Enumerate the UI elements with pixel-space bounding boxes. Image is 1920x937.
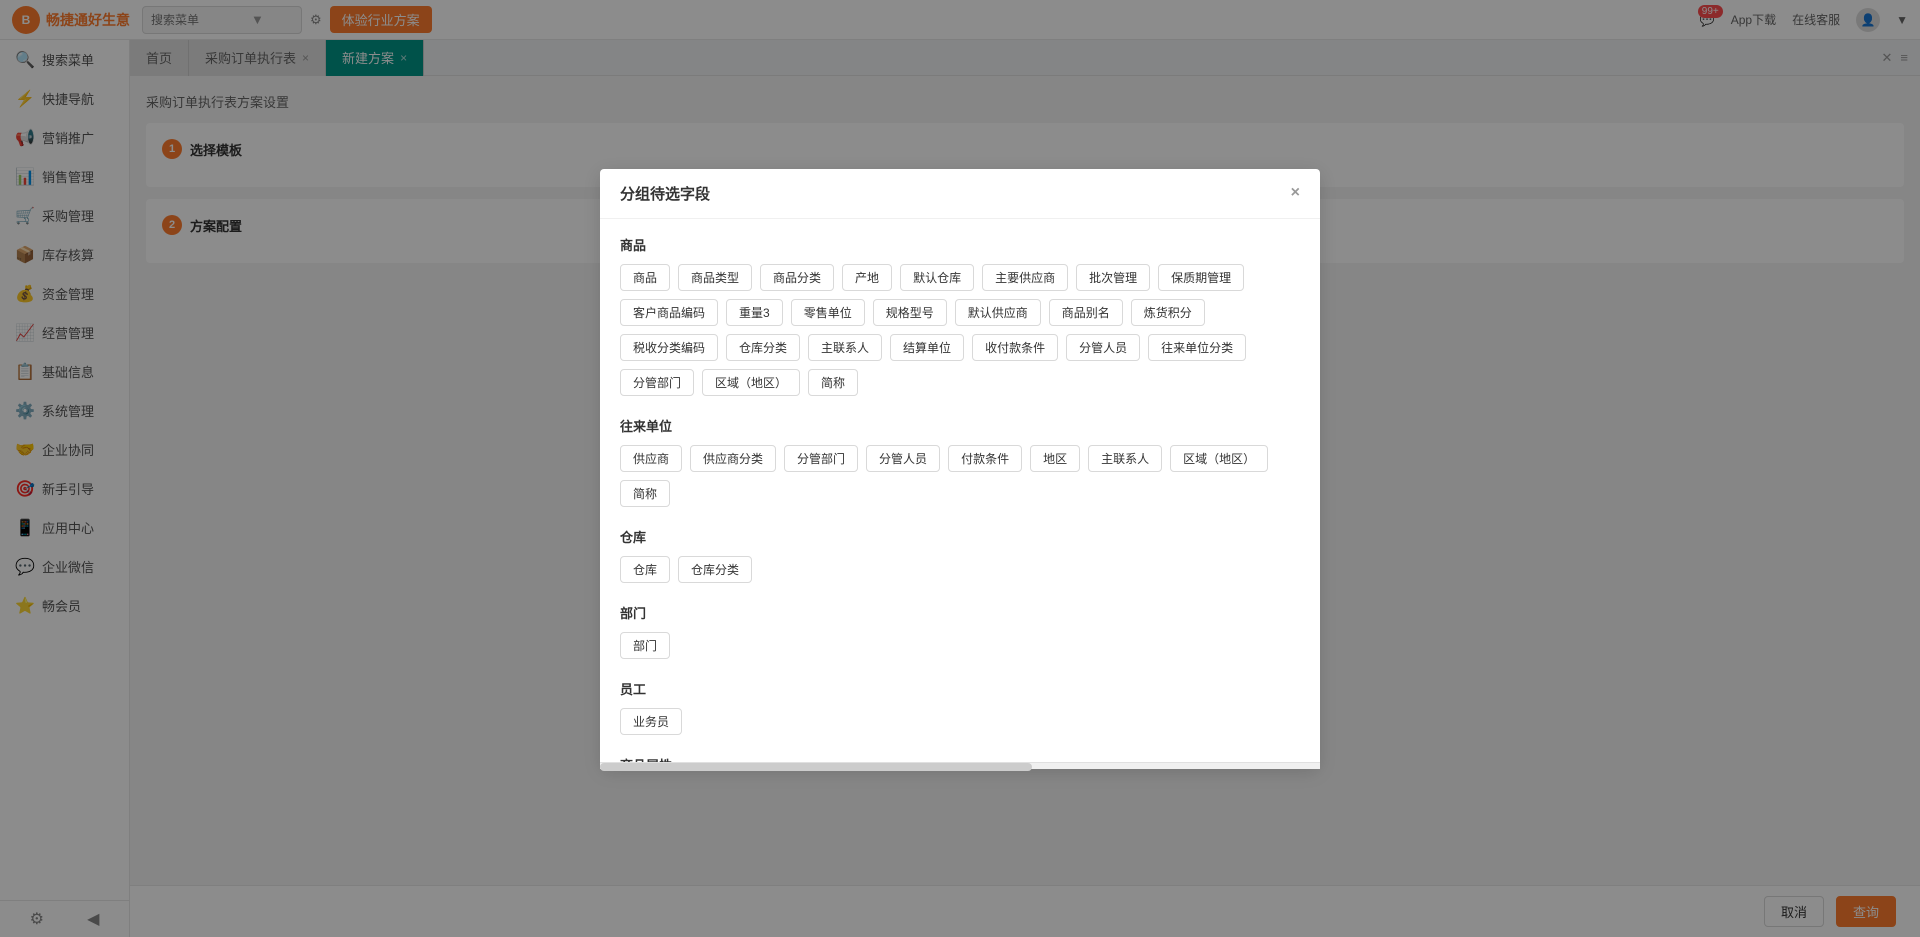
field-chip[interactable]: 分管人员: [866, 445, 940, 472]
field-chip[interactable]: 供应商分类: [690, 445, 776, 472]
field-chips-warehouse: 仓库仓库分类: [620, 556, 1300, 583]
field-chip[interactable]: 付款条件: [948, 445, 1022, 472]
field-section-goods: 商品商品商品类型商品分类产地默认仓库主要供应商批次管理保质期管理客户商品编码重量…: [620, 235, 1300, 396]
dialog-header: 分组待选字段 ×: [600, 169, 1320, 219]
field-chip[interactable]: 分管人员: [1066, 334, 1140, 361]
field-chip[interactable]: 产地: [842, 264, 892, 291]
field-section-title-employee: 员工: [620, 679, 1300, 698]
field-select-dialog: 分组待选字段 × 商品商品商品类型商品分类产地默认仓库主要供应商批次管理保质期管…: [600, 169, 1320, 769]
field-chip[interactable]: 商品: [620, 264, 670, 291]
field-chip[interactable]: 区域（地区）: [1170, 445, 1268, 472]
field-chip[interactable]: 业务员: [620, 708, 682, 735]
field-chip[interactable]: 主要供应商: [982, 264, 1068, 291]
field-chip[interactable]: 商品分类: [760, 264, 834, 291]
field-chip[interactable]: 商品别名: [1049, 299, 1123, 326]
field-chip[interactable]: 部门: [620, 632, 670, 659]
field-chip[interactable]: 主联系人: [1088, 445, 1162, 472]
field-chips-department: 部门: [620, 632, 1300, 659]
dialog-close-button[interactable]: ×: [1291, 184, 1300, 202]
field-chip[interactable]: 商品类型: [678, 264, 752, 291]
dialog-overlay: 分组待选字段 × 商品商品商品类型商品分类产地默认仓库主要供应商批次管理保质期管…: [0, 0, 1920, 937]
dialog-body[interactable]: 商品商品商品类型商品分类产地默认仓库主要供应商批次管理保质期管理客户商品编码重量…: [600, 219, 1320, 762]
field-section-title-goods: 商品: [620, 235, 1300, 254]
field-chip[interactable]: 规格型号: [873, 299, 947, 326]
dialog-title: 分组待选字段: [620, 183, 710, 204]
field-chip[interactable]: 炼货积分: [1131, 299, 1205, 326]
field-chip[interactable]: 主联系人: [808, 334, 882, 361]
field-chip[interactable]: 地区: [1030, 445, 1080, 472]
field-section-warehouse: 仓库仓库仓库分类: [620, 527, 1300, 583]
field-section-department: 部门部门: [620, 603, 1300, 659]
field-chip[interactable]: 往来单位分类: [1148, 334, 1246, 361]
field-section-partner: 往来单位供应商供应商分类分管部门分管人员付款条件地区主联系人区域（地区） 简称: [620, 416, 1300, 507]
field-chip[interactable]: 仓库分类: [726, 334, 800, 361]
field-chips-goods: 商品商品类型商品分类产地默认仓库主要供应商批次管理保质期管理客户商品编码重量3 零…: [620, 264, 1300, 396]
field-chip[interactable]: 默认供应商: [955, 299, 1041, 326]
field-chip[interactable]: 区域（地区）: [702, 369, 800, 396]
field-chips-partner: 供应商供应商分类分管部门分管人员付款条件地区主联系人区域（地区） 简称: [620, 445, 1300, 507]
field-chip[interactable]: 重量3: [726, 299, 783, 326]
field-chip[interactable]: 仓库分类: [678, 556, 752, 583]
dialog-scrollbar[interactable]: [600, 762, 1320, 769]
field-chips-employee: 业务员: [620, 708, 1300, 735]
dialog-scrollbar-thumb[interactable]: [600, 763, 1032, 771]
field-section-title-product-attr: 商品属性: [620, 755, 1300, 762]
field-chip[interactable]: 收付款条件: [972, 334, 1058, 361]
field-chip[interactable]: 分管部门: [620, 369, 694, 396]
field-chip[interactable]: 简称: [808, 369, 858, 396]
field-chip[interactable]: 分管部门: [784, 445, 858, 472]
field-section-product-attr: 商品属性属性颜色多规格尺码鞋码1: [620, 755, 1300, 762]
field-chip[interactable]: 税收分类编码: [620, 334, 718, 361]
field-chip[interactable]: 结算单位: [890, 334, 964, 361]
field-chip[interactable]: 客户商品编码: [620, 299, 718, 326]
field-section-title-warehouse: 仓库: [620, 527, 1300, 546]
field-chip[interactable]: 简称: [620, 480, 670, 507]
field-chip[interactable]: 默认仓库: [900, 264, 974, 291]
field-chip[interactable]: 供应商: [620, 445, 682, 472]
field-chip[interactable]: 保质期管理: [1158, 264, 1244, 291]
field-section-title-department: 部门: [620, 603, 1300, 622]
field-chip[interactable]: 批次管理: [1076, 264, 1150, 291]
field-chip[interactable]: 零售单位: [791, 299, 865, 326]
field-chip[interactable]: 仓库: [620, 556, 670, 583]
field-section-employee: 员工业务员: [620, 679, 1300, 735]
field-section-title-partner: 往来单位: [620, 416, 1300, 435]
